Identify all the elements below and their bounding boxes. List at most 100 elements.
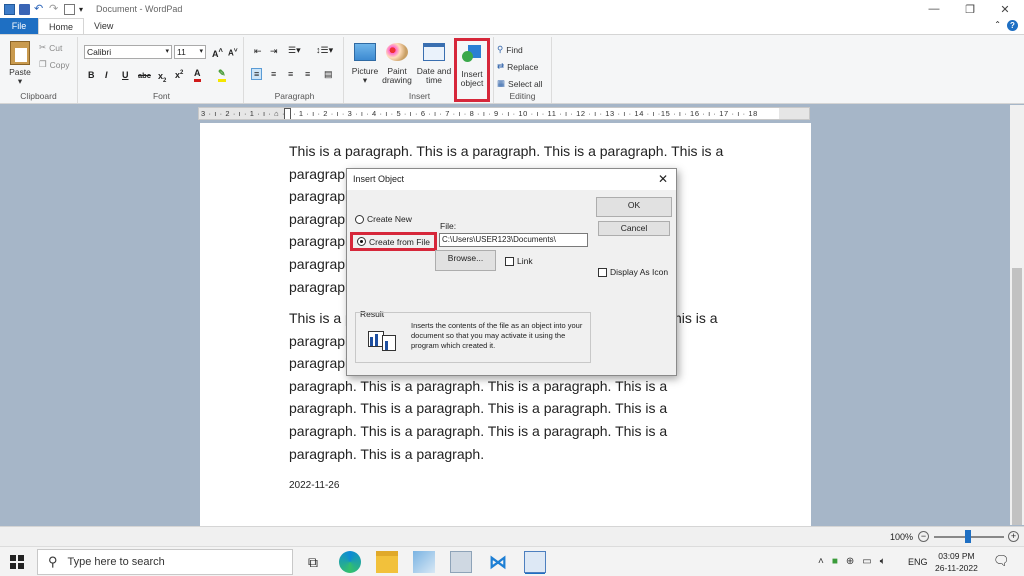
minimize-button[interactable]: — bbox=[917, 0, 951, 18]
align-center-icon[interactable]: ≡ bbox=[271, 69, 276, 79]
subscript-button[interactable]: x2 bbox=[158, 71, 166, 84]
result-box: Inserts the contents of the file as an o… bbox=[355, 312, 591, 363]
text-color-button[interactable]: A bbox=[194, 68, 201, 82]
link-checkbox[interactable]: Link bbox=[505, 256, 533, 266]
zoom-level: 100% bbox=[890, 532, 914, 542]
help-icon[interactable]: ? bbox=[1007, 20, 1018, 31]
print-preview-icon[interactable] bbox=[64, 3, 75, 15]
network-globe-icon[interactable]: ⊕ bbox=[846, 556, 854, 567]
redo-icon[interactable]: ↷ bbox=[49, 3, 60, 15]
clipboard-group-label: Clipboard bbox=[20, 91, 57, 101]
paragraph-group: ⇤ ⇥ ☰▾ ↕☰▾ ≡ ≡ ≡ ≡ ▤ Paragraph bbox=[246, 37, 344, 103]
wordpad-app-icon[interactable] bbox=[4, 3, 15, 15]
binoculars-icon: ⚲ bbox=[497, 44, 504, 54]
superscript-button[interactable]: x2 bbox=[175, 70, 183, 80]
browse-button[interactable]: Browse... bbox=[435, 250, 496, 271]
grow-font-icon[interactable]: A˄ bbox=[212, 46, 223, 59]
tray-app-icon[interactable]: ■ bbox=[832, 556, 838, 567]
display-as-icon-checkbox[interactable]: Display As Icon bbox=[598, 267, 668, 277]
edge-icon[interactable] bbox=[339, 551, 361, 573]
chevron-up-icon[interactable]: ˄ bbox=[818, 556, 824, 567]
replace-button[interactable]: ⇄ Replace bbox=[497, 61, 538, 72]
volume-icon[interactable]: 🔈︎ bbox=[880, 556, 886, 567]
indent-marker[interactable] bbox=[284, 108, 291, 119]
align-right-icon[interactable]: ≡ bbox=[288, 69, 293, 79]
dialog-close-icon[interactable]: ✕ bbox=[658, 169, 668, 190]
save-icon[interactable] bbox=[19, 3, 30, 15]
notification-icon[interactable]: 🗨︎ bbox=[993, 553, 1010, 569]
battery-icon[interactable]: ▭ bbox=[862, 556, 871, 567]
collapse-ribbon-icon[interactable]: ⌃ bbox=[994, 20, 1001, 31]
app-icon-3[interactable] bbox=[413, 551, 435, 573]
select-all-button[interactable]: ▦ Select all bbox=[497, 78, 543, 89]
restore-button[interactable]: ❐ bbox=[953, 0, 987, 18]
italic-button[interactable]: I bbox=[105, 70, 108, 80]
insert-group: Picture ▾ Paint drawing Date and time In… bbox=[346, 37, 494, 103]
date-text: 2022-11-26 bbox=[289, 480, 340, 491]
copy-button[interactable]: ❐ Copy bbox=[39, 59, 69, 70]
result-description: Inserts the contents of the file as an o… bbox=[411, 321, 583, 350]
ok-button[interactable]: OK bbox=[596, 197, 672, 217]
app-icon-4[interactable] bbox=[450, 551, 472, 573]
insert-group-label: Insert bbox=[408, 91, 431, 101]
customize-toolbar-icon[interactable]: ▾ bbox=[79, 4, 90, 15]
clipboard-group: Paste ▾ ✂ Cut ❐ Copy Clipboard bbox=[0, 37, 78, 103]
ribbon-controls: ⌃ ? bbox=[994, 20, 1018, 31]
zoom-in-icon[interactable]: + bbox=[1008, 531, 1019, 542]
strikethrough-button[interactable]: abc bbox=[138, 71, 151, 80]
line-spacing-icon[interactable]: ↕☰▾ bbox=[316, 45, 333, 56]
insert-object-icon bbox=[462, 45, 482, 63]
zoom-out-icon[interactable]: − bbox=[918, 531, 929, 542]
ribbon: Paste ▾ ✂ Cut ❐ Copy Clipboard Calibri ▾ 11… bbox=[0, 34, 1024, 104]
highlight-color-button[interactable]: ✎ bbox=[218, 68, 226, 82]
date-time-button[interactable]: Date and time bbox=[414, 43, 454, 85]
create-new-radio[interactable]: Create New bbox=[355, 214, 412, 224]
ribbon-tabs: File Home View ⌃ ? bbox=[0, 18, 1024, 34]
undo-icon[interactable]: ↶ bbox=[34, 3, 45, 15]
paint-drawing-button[interactable]: Paint drawing bbox=[382, 43, 412, 85]
paragraph-settings-icon[interactable]: ▤ bbox=[324, 69, 333, 80]
replace-icon: ⇄ bbox=[497, 61, 505, 71]
font-size-select[interactable]: 11 ▾ bbox=[174, 45, 206, 59]
shrink-font-icon[interactable]: A˅ bbox=[228, 47, 238, 58]
tab-view[interactable]: View bbox=[84, 18, 123, 34]
task-view-icon[interactable]: ⧉ bbox=[302, 551, 324, 573]
decrease-indent-icon[interactable]: ⇤ bbox=[254, 46, 262, 57]
language-indicator[interactable]: ENG bbox=[908, 557, 928, 567]
cancel-button[interactable]: Cancel bbox=[598, 221, 670, 236]
cut-button[interactable]: ✂ Cut bbox=[39, 42, 62, 53]
font-group: Calibri ▾ 11 ▾ A˄ A˅ B I U abc x2 x2 A ✎ F… bbox=[80, 37, 244, 103]
bold-button[interactable]: B bbox=[88, 70, 95, 80]
scrollbar-thumb[interactable] bbox=[1012, 268, 1022, 525]
file-explorer-icon[interactable] bbox=[376, 551, 398, 573]
editing-group-label: Editing bbox=[509, 91, 536, 101]
tab-file[interactable]: File bbox=[0, 18, 38, 34]
clock[interactable]: 03:09 PM 26-11-2022 bbox=[935, 550, 978, 574]
create-from-file-radio[interactable]: Create from File bbox=[350, 232, 437, 251]
justify-icon[interactable]: ≡ bbox=[305, 69, 310, 79]
paragraph-2-right-fragment: his is a bbox=[674, 310, 718, 326]
status-bar: 100% − + bbox=[0, 526, 1024, 546]
ruler[interactable]: 3 · ı · 2 · ı · 1 · ı · ⌂ · ı · 1 · ı · … bbox=[198, 107, 810, 120]
align-left-icon[interactable]: ≡ bbox=[251, 68, 263, 80]
close-button[interactable]: ✕ bbox=[988, 0, 1022, 18]
taskbar: ⚲ Type here to search ⧉ ⋈ ˄ ■ ⊕ ▭ 🔈︎ ENG… bbox=[0, 546, 1024, 576]
file-path-input[interactable]: C:\Users\USER123\Documents\ bbox=[439, 233, 588, 247]
paste-button[interactable]: Paste ▾ bbox=[6, 41, 34, 86]
paste-icon bbox=[10, 41, 30, 65]
font-group-label: Font bbox=[152, 91, 170, 101]
bullets-icon[interactable]: ☰▾ bbox=[288, 45, 301, 56]
paint-palette-icon bbox=[386, 43, 408, 61]
copy-icon: ❐ bbox=[39, 59, 47, 69]
font-family-select[interactable]: Calibri ▾ bbox=[84, 45, 172, 59]
increase-indent-icon[interactable]: ⇥ bbox=[270, 46, 278, 57]
start-button[interactable] bbox=[10, 555, 24, 569]
vscode-icon[interactable]: ⋈ bbox=[487, 551, 509, 573]
find-button[interactable]: ⚲ Find bbox=[497, 44, 523, 55]
tab-home[interactable]: Home bbox=[38, 18, 85, 34]
picture-button[interactable]: Picture ▾ bbox=[348, 43, 382, 85]
wordpad-taskbar-icon[interactable] bbox=[524, 551, 546, 573]
taskbar-search[interactable]: ⚲ Type here to search bbox=[37, 549, 293, 575]
underline-button[interactable]: U bbox=[122, 70, 129, 80]
zoom-slider-thumb[interactable] bbox=[965, 530, 971, 543]
